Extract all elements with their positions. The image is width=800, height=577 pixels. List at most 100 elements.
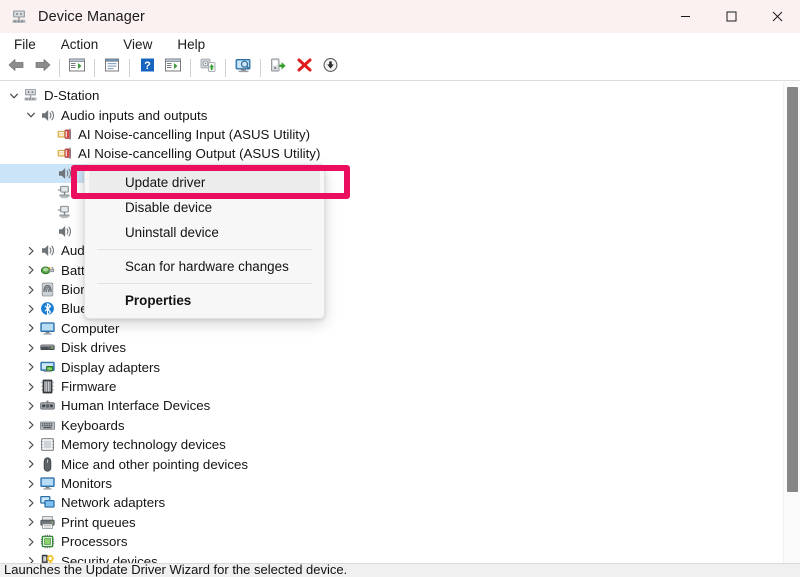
chevron-right-icon[interactable] xyxy=(23,301,39,317)
menu-help[interactable]: Help xyxy=(172,35,215,54)
chevron-placeholder xyxy=(40,146,56,162)
properties-button[interactable] xyxy=(99,56,125,80)
uninstall-device-button[interactable] xyxy=(291,56,317,80)
bluetooth-icon xyxy=(39,300,56,317)
tree-item-label: Network adapters xyxy=(61,495,166,511)
tree-item[interactable]: Human Interface Devices xyxy=(0,396,778,415)
scan-hardware-icon xyxy=(234,57,253,79)
toolbar-separator-2 xyxy=(94,58,95,77)
chevron-right-icon[interactable] xyxy=(23,553,39,563)
chevron-right-icon[interactable] xyxy=(23,398,39,414)
tree-item-label: Display adapters xyxy=(61,359,161,375)
context-menu-item[interactable]: Disable device xyxy=(89,195,320,220)
forward-button[interactable] xyxy=(29,56,55,80)
tree-item[interactable]: Monitors xyxy=(0,474,778,493)
chevron-placeholder xyxy=(40,165,56,181)
chevron-right-icon[interactable] xyxy=(23,379,39,395)
maximize-button[interactable] xyxy=(708,0,754,33)
tree-item[interactable]: Firmware xyxy=(0,377,778,396)
tree-item[interactable]: Computer xyxy=(0,319,778,338)
minimize-button[interactable] xyxy=(662,0,708,33)
tree-item[interactable]: Mice and other pointing devices xyxy=(0,454,778,473)
speaker-icon xyxy=(56,165,73,182)
chevron-right-icon[interactable] xyxy=(23,514,39,530)
chevron-right-icon[interactable] xyxy=(23,534,39,550)
show-hide-console-tree-button[interactable] xyxy=(64,56,90,80)
tree-item[interactable]: Disk drives xyxy=(0,338,778,357)
tree-item[interactable]: Memory technology devices xyxy=(0,435,778,454)
menu-file[interactable]: File xyxy=(9,35,46,54)
close-button[interactable] xyxy=(754,0,800,33)
tree-item-label: Disk drives xyxy=(61,340,127,356)
chevron-down-icon[interactable] xyxy=(6,88,22,104)
help-button[interactable]: ? xyxy=(134,56,160,80)
microphone-device-icon xyxy=(56,184,73,201)
disk-drive-icon xyxy=(39,339,56,356)
battery-icon xyxy=(39,262,56,279)
chevron-placeholder xyxy=(40,185,56,201)
computer-station-icon xyxy=(22,87,39,104)
tree-item-label: Firmware xyxy=(61,379,117,395)
tree-item[interactable]: Processors xyxy=(0,532,778,551)
show-hide-action-pane-button[interactable] xyxy=(160,56,186,80)
chevron-right-icon[interactable] xyxy=(23,282,39,298)
enable-device-button[interactable] xyxy=(265,56,291,80)
status-bar-text: Launches the Update Driver Wizard for th… xyxy=(4,563,348,577)
microphone-device-icon xyxy=(56,204,73,221)
tree-item[interactable]: Display adapters xyxy=(0,357,778,376)
tree-item[interactable]: Print queues xyxy=(0,513,778,532)
red-x-icon xyxy=(296,57,313,78)
chevron-right-icon[interactable] xyxy=(23,359,39,375)
context-menu: Update driver Disable device Uninstall dev… xyxy=(84,164,325,319)
menu-action[interactable]: Action xyxy=(56,35,109,54)
enable-device-icon xyxy=(269,57,287,79)
title-bar: Device Manager xyxy=(0,0,800,33)
biometric-icon xyxy=(39,281,56,298)
disable-device-button[interactable] xyxy=(317,56,343,80)
tree-item[interactable]: Audio inputs and outputs xyxy=(0,105,778,124)
tree-item[interactable]: AI Noise-cancelling Input (ASUS Utility) xyxy=(0,125,778,144)
mouse-icon xyxy=(39,456,56,473)
properties-icon xyxy=(103,57,121,78)
tree-item-label: Computer xyxy=(61,320,120,336)
tree-item[interactable]: D-Station xyxy=(0,86,778,105)
chevron-right-icon[interactable] xyxy=(23,437,39,453)
chevron-right-icon[interactable] xyxy=(23,340,39,356)
toolbar-separator-3 xyxy=(129,58,130,77)
back-button[interactable] xyxy=(3,56,29,80)
chevron-right-icon[interactable] xyxy=(23,262,39,278)
context-menu-item[interactable]: Scan for hardware changes xyxy=(89,254,320,279)
scrollbar-thumb[interactable] xyxy=(787,87,798,492)
update-driver-button[interactable] xyxy=(195,56,221,80)
tree-item-label: Print queues xyxy=(61,514,136,530)
toolbar-separator-5 xyxy=(225,58,226,77)
device-tree-panel[interactable]: D-Station Audio inputs and outputs AI Nois… xyxy=(0,82,800,563)
context-menu-separator xyxy=(97,283,312,284)
chevron-down-icon[interactable] xyxy=(23,107,39,123)
chevron-right-icon[interactable] xyxy=(23,417,39,433)
tree-item[interactable]: Security devices xyxy=(0,551,778,563)
tree-item[interactable]: Network adapters xyxy=(0,493,778,512)
menu-view[interactable]: View xyxy=(118,35,162,54)
left-arrow-icon xyxy=(7,57,26,78)
chevron-right-icon[interactable] xyxy=(23,243,39,259)
chevron-right-icon[interactable] xyxy=(23,476,39,492)
chevron-right-icon[interactable] xyxy=(23,456,39,472)
context-menu-item[interactable]: Properties xyxy=(89,288,320,313)
context-menu-item[interactable]: Update driver xyxy=(89,170,320,195)
context-menu-item[interactable]: Uninstall device xyxy=(89,220,320,245)
device-manager-icon xyxy=(10,8,28,26)
tree-item[interactable]: AI Noise-cancelling Output (ASUS Utility… xyxy=(0,144,778,163)
menu-bar: File Action View Help xyxy=(0,33,800,55)
tree-item[interactable]: Keyboards xyxy=(0,416,778,435)
chevron-right-icon[interactable] xyxy=(23,495,39,511)
update-driver-icon xyxy=(199,57,218,79)
tree-item-label: AI Noise-cancelling Output (ASUS Utility… xyxy=(78,146,321,162)
tree-item-label: Keyboards xyxy=(61,417,125,433)
chevron-right-icon[interactable] xyxy=(23,320,39,336)
vertical-scrollbar[interactable] xyxy=(783,82,800,563)
scan-for-hardware-changes-button[interactable] xyxy=(230,56,256,80)
window-controls xyxy=(662,0,800,33)
context-menu-separator xyxy=(97,249,312,250)
network-adapter-icon xyxy=(39,494,56,511)
